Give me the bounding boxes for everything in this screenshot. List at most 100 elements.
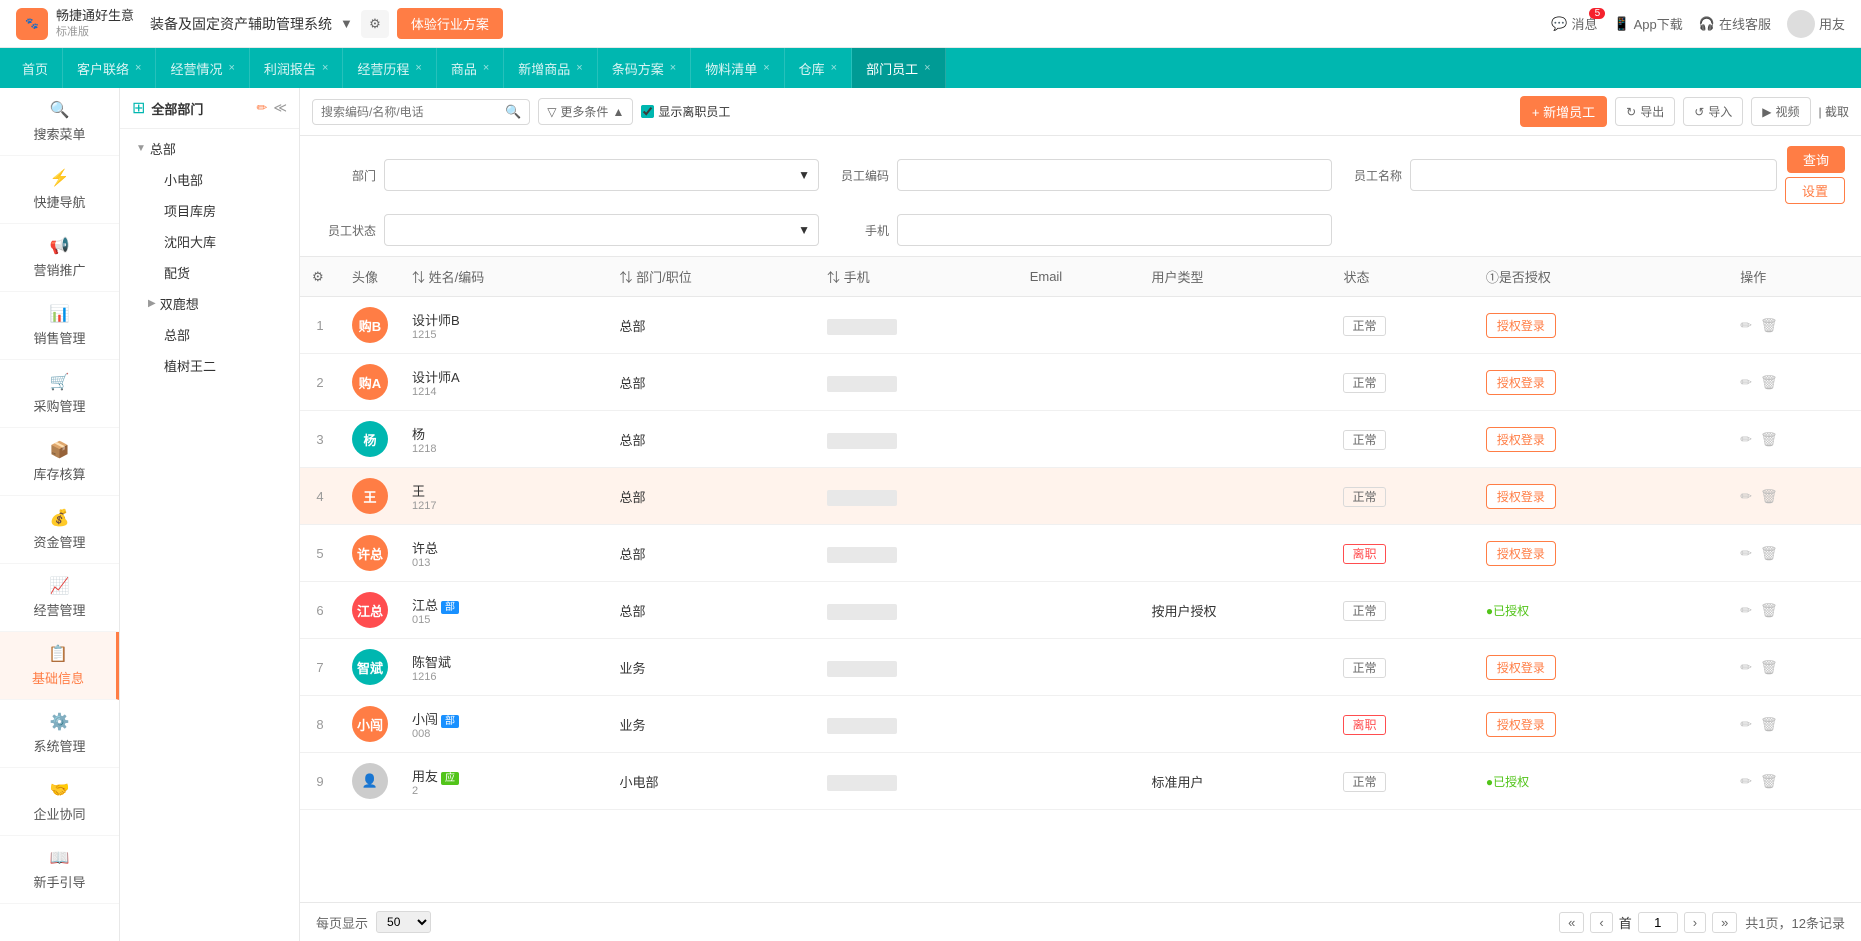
page-input[interactable]	[1638, 912, 1678, 933]
show-resigned-label[interactable]: 显示离职员工	[641, 103, 730, 120]
edit-icon[interactable]: ✏	[1740, 659, 1752, 676]
search-input[interactable]	[321, 105, 501, 119]
main-nav-item-purchase[interactable]: 🛒 采购管理	[0, 360, 119, 428]
tree-node[interactable]: ▼总部	[120, 133, 299, 164]
prev-page-btn[interactable]: ‹	[1590, 912, 1612, 933]
edit-icon[interactable]: ✏	[1740, 488, 1752, 505]
tab-close-icon[interactable]: ×	[763, 62, 769, 74]
settings-gear[interactable]: ⚙	[361, 10, 389, 38]
edit-icon[interactable]: ✏	[1740, 374, 1752, 391]
tab-close-icon[interactable]: ×	[670, 62, 676, 74]
edit-icon[interactable]: ✏	[1740, 716, 1752, 733]
emp-code-input[interactable]	[897, 159, 1332, 191]
more-filter-btn[interactable]: ▽ 更多条件 ▲	[538, 98, 633, 125]
search-box[interactable]: 🔍	[312, 99, 530, 125]
message-action[interactable]: 💬 消息 5	[1551, 14, 1597, 33]
edit-icon[interactable]: ✏	[1740, 773, 1752, 790]
delete-icon[interactable]: 🗑	[1760, 716, 1778, 733]
delete-icon[interactable]: 🗑	[1760, 431, 1778, 448]
edit-icon[interactable]: ✏	[1740, 317, 1752, 334]
phone-input[interactable]	[897, 214, 1332, 246]
add-employee-button[interactable]: + 新增员工	[1520, 96, 1607, 127]
tree-node[interactable]: 小电部	[120, 164, 299, 195]
main-nav-item-system[interactable]: ⚙️ 系统管理	[0, 700, 119, 768]
col-phone[interactable]: ⇅ 手机	[815, 257, 1018, 297]
sys-dropdown[interactable]: ▼	[340, 16, 353, 31]
last-page-btn[interactable]: »	[1712, 912, 1737, 933]
main-nav-item-cooperation[interactable]: 🤝 企业协同	[0, 768, 119, 836]
import-button[interactable]: ↺ 导入	[1683, 97, 1743, 126]
auth-login-button[interactable]: 授权登录	[1486, 427, 1556, 452]
online-service-action[interactable]: 🎧 在线客服	[1699, 14, 1771, 33]
delete-icon[interactable]: 🗑	[1760, 602, 1778, 619]
tree-node[interactable]: ▶双鹿想	[120, 288, 299, 319]
tree-node[interactable]: 配货	[120, 257, 299, 288]
tree-node[interactable]: 项目库房	[120, 195, 299, 226]
view-button[interactable]: ▶ 视频	[1751, 97, 1810, 126]
nav-tab-条码方案[interactable]: 条码方案×	[598, 48, 691, 88]
delete-icon[interactable]: 🗑	[1760, 374, 1778, 391]
reset-button[interactable]: 设置	[1785, 177, 1845, 204]
emp-status-select[interactable]: ▼	[384, 214, 819, 246]
delete-icon[interactable]: 🗑	[1760, 545, 1778, 562]
col-dept[interactable]: ⇅ 部门/职位	[608, 257, 816, 297]
main-nav-item-sales[interactable]: 📊 销售管理	[0, 292, 119, 360]
tab-close-icon[interactable]: ×	[831, 62, 837, 74]
tree-edit-icon[interactable]: ✏	[256, 100, 267, 116]
tree-collapse-icon[interactable]: ≪	[273, 100, 287, 116]
col-settings[interactable]: ⚙	[300, 257, 340, 297]
nav-tab-经营历程[interactable]: 经营历程×	[343, 48, 436, 88]
nav-tab-仓库[interactable]: 仓库×	[785, 48, 852, 88]
delete-icon[interactable]: 🗑	[1760, 773, 1778, 790]
delete-icon[interactable]: 🗑	[1760, 317, 1778, 334]
edit-icon[interactable]: ✏	[1740, 431, 1752, 448]
nav-tab-物料清单[interactable]: 物料清单×	[691, 48, 784, 88]
delete-icon[interactable]: 🗑	[1760, 488, 1778, 505]
tab-close-icon[interactable]: ×	[135, 62, 141, 74]
delete-icon[interactable]: 🗑	[1760, 659, 1778, 676]
auth-login-button[interactable]: 授权登录	[1486, 712, 1556, 737]
main-nav-item-marketing[interactable]: 📢 营销推广	[0, 224, 119, 292]
nav-tab-首页[interactable]: 首页	[8, 48, 63, 88]
page-size-select[interactable]: 50 100 200	[376, 911, 431, 933]
main-nav-item-inventory[interactable]: 📦 库存核算	[0, 428, 119, 496]
edit-icon[interactable]: ✏	[1740, 602, 1752, 619]
auth-login-button[interactable]: 授权登录	[1486, 484, 1556, 509]
main-nav-item-search[interactable]: 🔍 搜索菜单	[0, 88, 119, 156]
emp-name-input[interactable]	[1410, 159, 1777, 191]
tree-node[interactable]: 沈阳大库	[120, 226, 299, 257]
tab-close-icon[interactable]: ×	[322, 62, 328, 74]
next-page-btn[interactable]: ›	[1684, 912, 1706, 933]
first-page-btn[interactable]: «	[1559, 912, 1584, 933]
nav-tab-商品[interactable]: 商品×	[437, 48, 504, 88]
auth-login-button[interactable]: 授权登录	[1486, 313, 1556, 338]
tab-close-icon[interactable]: ×	[576, 62, 582, 74]
main-nav-item-business[interactable]: 📈 经营管理	[0, 564, 119, 632]
nav-tab-利润报告[interactable]: 利润报告×	[250, 48, 343, 88]
search-button[interactable]: 查询	[1787, 146, 1845, 173]
nav-tab-客户联络[interactable]: 客户联络×	[63, 48, 156, 88]
nav-tab-经营情况[interactable]: 经营情况×	[156, 48, 249, 88]
tab-close-icon[interactable]: ×	[415, 62, 421, 74]
main-nav-item-finance[interactable]: 💰 资金管理	[0, 496, 119, 564]
trial-button[interactable]: 体验行业方案	[397, 8, 503, 39]
show-resigned-checkbox[interactable]	[641, 105, 654, 118]
dept-select[interactable]: ▼	[384, 159, 819, 191]
edit-icon[interactable]: ✏	[1740, 545, 1752, 562]
main-nav-item-basic[interactable]: 📋 基础信息	[0, 632, 119, 700]
col-name-code[interactable]: ⇅ 姓名/编码	[400, 257, 608, 297]
tree-node[interactable]: 植树王二	[120, 350, 299, 381]
nav-tab-新增商品[interactable]: 新增商品×	[504, 48, 597, 88]
auth-login-button[interactable]: 授权登录	[1486, 655, 1556, 680]
auth-login-button[interactable]: 授权登录	[1486, 541, 1556, 566]
tree-node[interactable]: 总部	[120, 319, 299, 350]
app-download-action[interactable]: 📱 App下载	[1613, 14, 1682, 33]
export-button[interactable]: ↻ 导出	[1615, 97, 1675, 126]
auth-login-button[interactable]: 授权登录	[1486, 370, 1556, 395]
main-nav-item-quick[interactable]: ⚡ 快捷导航	[0, 156, 119, 224]
main-nav-item-guide[interactable]: 📖 新手引导	[0, 836, 119, 904]
user-action[interactable]: 用友	[1787, 10, 1845, 38]
tab-close-icon[interactable]: ×	[483, 62, 489, 74]
tab-close-icon[interactable]: ×	[228, 62, 234, 74]
tab-close-icon[interactable]: ×	[924, 62, 930, 74]
